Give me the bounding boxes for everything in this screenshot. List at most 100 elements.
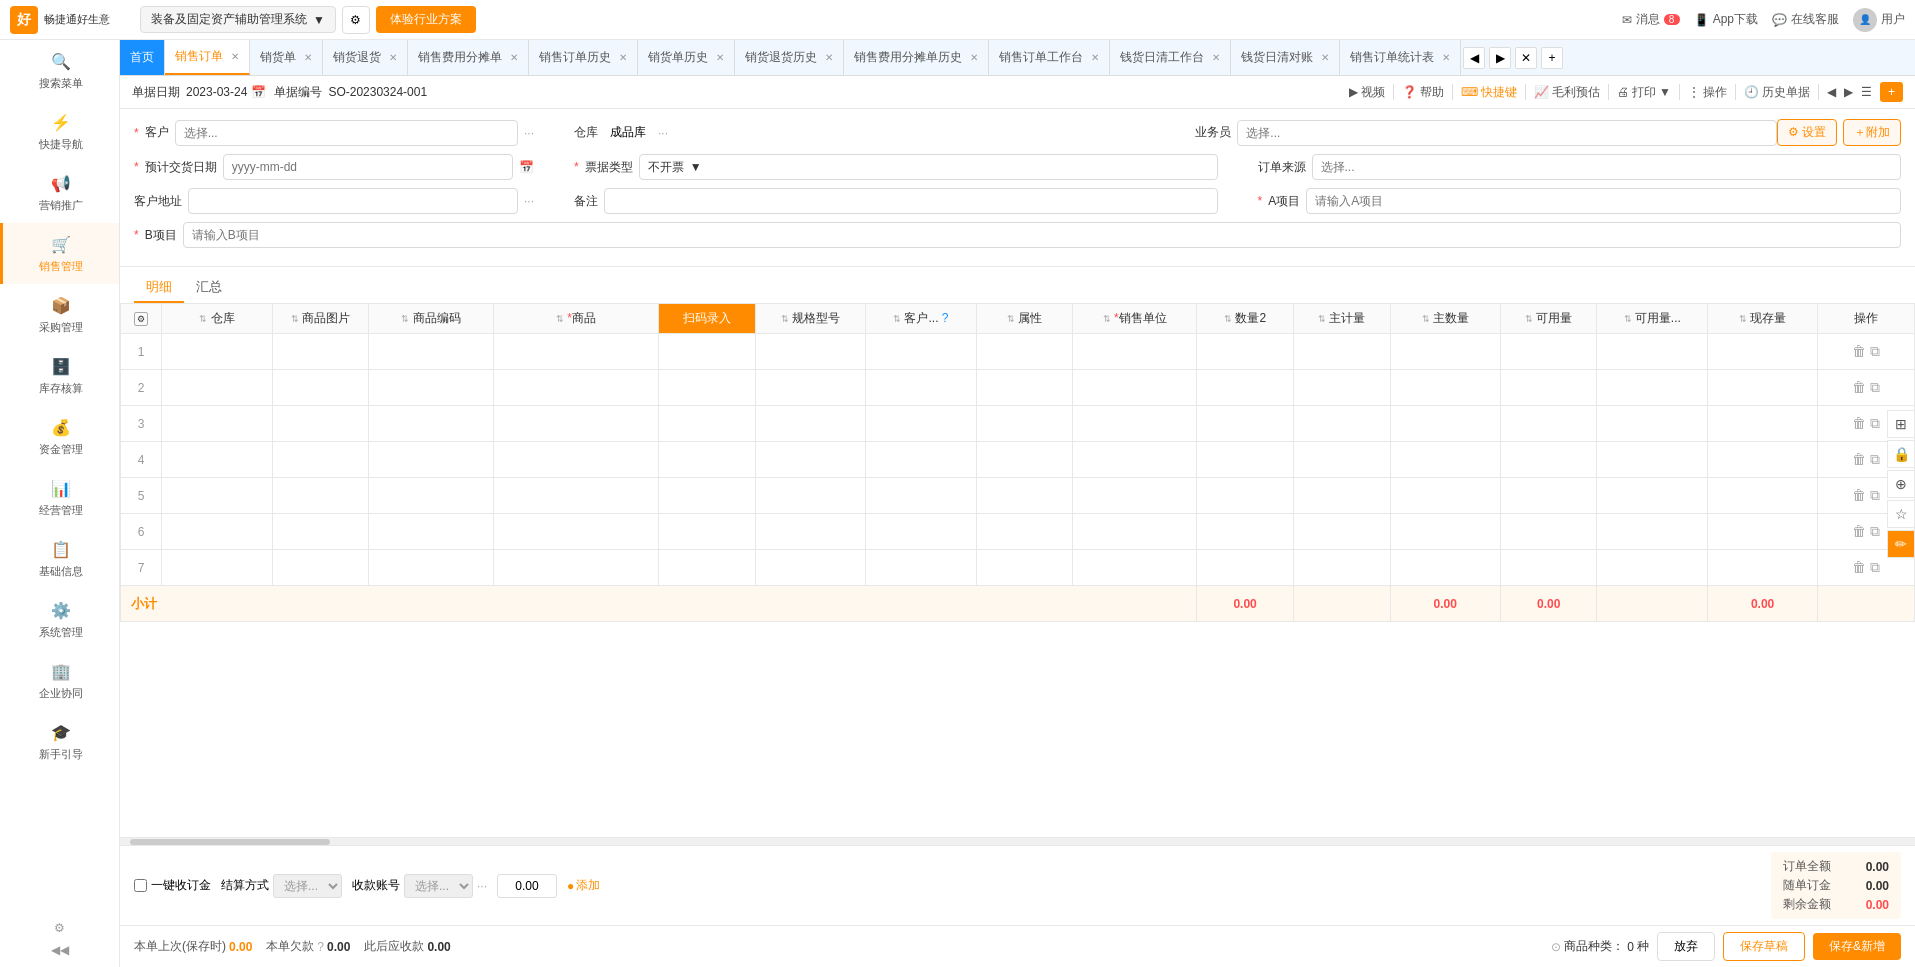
- copy-icon[interactable]: ⧉: [1870, 523, 1880, 540]
- delete-icon[interactable]: 🗑: [1852, 523, 1866, 540]
- row-7-product-code[interactable]: [369, 550, 493, 586]
- b-project-input[interactable]: [183, 222, 1901, 248]
- warehouse-dots-button[interactable]: ···: [658, 126, 668, 140]
- sort-icon[interactable]: ⇅: [401, 314, 409, 324]
- tab-detail[interactable]: 明细: [134, 273, 184, 303]
- sort-icon[interactable]: ⇅: [1318, 314, 1326, 324]
- row-5-stock[interactable]: [1707, 478, 1817, 514]
- sort-icon[interactable]: ⇅: [199, 314, 207, 324]
- address-input[interactable]: [188, 188, 518, 214]
- row-6-available[interactable]: [1500, 514, 1597, 550]
- tab-sales-order-workbench[interactable]: 销售订单工作台 ✕: [989, 40, 1110, 75]
- scrollbar-thumb[interactable]: [130, 839, 330, 845]
- help-circle-icon[interactable]: ?: [942, 311, 949, 325]
- message-button[interactable]: ✉ 消息 8: [1622, 11, 1680, 28]
- sidebar-item-basic-info[interactable]: 📋 基础信息: [0, 528, 119, 589]
- sidebar-collapse-icon[interactable]: ◀◀: [51, 943, 69, 957]
- sort-icon[interactable]: ⇅: [1224, 314, 1232, 324]
- sidebar-item-inventory[interactable]: 🗄️ 库存核算: [0, 345, 119, 406]
- save-draft-button[interactable]: 保存草稿: [1723, 932, 1805, 961]
- row-4-cust-field[interactable]: [866, 442, 976, 478]
- remark-input[interactable]: [604, 188, 1218, 214]
- sidebar-item-sys-mgmt[interactable]: ⚙️ 系统管理: [0, 589, 119, 650]
- row-2-main-qty[interactable]: [1390, 370, 1500, 406]
- row-6-attr[interactable]: [976, 514, 1073, 550]
- copy-icon[interactable]: ⧉: [1870, 487, 1880, 504]
- user-avatar-button[interactable]: 👤 用户: [1853, 8, 1905, 32]
- tab-close-icon[interactable]: ✕: [231, 51, 239, 62]
- copy-icon[interactable]: ⧉: [1870, 379, 1880, 396]
- row-1-product-img[interactable]: [272, 334, 369, 370]
- row-5-available2[interactable]: [1597, 478, 1707, 514]
- row-6-warehouse[interactable]: [162, 514, 272, 550]
- tab-close-icon[interactable]: ✕: [716, 52, 724, 63]
- sort-icon[interactable]: ⇅: [1624, 314, 1632, 324]
- tab-home[interactable]: 首页: [120, 40, 165, 75]
- copy-icon[interactable]: ⧉: [1870, 415, 1880, 432]
- row-3-warehouse[interactable]: [162, 406, 272, 442]
- sidebar-item-guide[interactable]: 🎓 新手引导: [0, 711, 119, 772]
- row-5-main-unit[interactable]: [1293, 478, 1390, 514]
- row-2-available[interactable]: [1500, 370, 1597, 406]
- row-3-available2[interactable]: [1597, 406, 1707, 442]
- row-3-scan[interactable]: [659, 406, 756, 442]
- row-4-available2[interactable]: [1597, 442, 1707, 478]
- row-1-main-unit[interactable]: [1293, 334, 1390, 370]
- sidebar-settings-icon[interactable]: ⚙: [54, 921, 65, 935]
- delete-icon[interactable]: 🗑: [1852, 343, 1866, 360]
- row-7-scan[interactable]: [659, 550, 756, 586]
- row-3-qty2[interactable]: [1197, 406, 1294, 442]
- delete-icon[interactable]: 🗑: [1852, 379, 1866, 396]
- row-5-product-img[interactable]: [272, 478, 369, 514]
- one-click-payment-checkbox[interactable]: [134, 879, 147, 892]
- tab-sales-return-goods[interactable]: 销货退货 ✕: [323, 40, 408, 75]
- save-new-button[interactable]: 保存&新增: [1813, 933, 1901, 960]
- float-btn-4[interactable]: ☆: [1887, 500, 1915, 528]
- row-1-main-qty[interactable]: [1390, 334, 1500, 370]
- row-5-qty2[interactable]: [1197, 478, 1294, 514]
- tab-close-icon[interactable]: ✕: [1091, 52, 1099, 63]
- row-4-main-qty[interactable]: [1390, 442, 1500, 478]
- row-5-product-code[interactable]: [369, 478, 493, 514]
- calendar-icon[interactable]: 📅: [251, 85, 266, 99]
- online-service-button[interactable]: 💬 在线客服: [1772, 11, 1839, 28]
- help-icon-status[interactable]: ?: [317, 940, 324, 954]
- tab-prev-button[interactable]: ◀: [1463, 47, 1485, 69]
- row-4-product-img[interactable]: [272, 442, 369, 478]
- row-5-cust-field[interactable]: [866, 478, 976, 514]
- print-button[interactable]: 🖨 打印 ▼: [1617, 84, 1671, 101]
- tab-close-icon[interactable]: ✕: [619, 52, 627, 63]
- sidebar-item-capital-mgmt[interactable]: 💰 资金管理: [0, 406, 119, 467]
- sidebar-item-enterprise[interactable]: 🏢 企业协同: [0, 650, 119, 711]
- row-1-cust-field[interactable]: [866, 334, 976, 370]
- row-3-main-qty[interactable]: [1390, 406, 1500, 442]
- order-source-input[interactable]: [1312, 154, 1902, 180]
- sort-icon[interactable]: ⇅: [1103, 314, 1111, 324]
- tab-close-icon[interactable]: ✕: [1212, 52, 1220, 63]
- row-7-cust-field[interactable]: [866, 550, 976, 586]
- new-record-button[interactable]: +: [1880, 82, 1903, 102]
- row-3-stock[interactable]: [1707, 406, 1817, 442]
- row-4-warehouse[interactable]: [162, 442, 272, 478]
- row-2-scan[interactable]: [659, 370, 756, 406]
- delete-icon[interactable]: 🗑: [1852, 487, 1866, 504]
- tab-sales-fee-split[interactable]: 销售费用分摊单 ✕: [408, 40, 529, 75]
- row-6-product[interactable]: [493, 514, 659, 550]
- row-6-stock[interactable]: [1707, 514, 1817, 550]
- row-6-qty2[interactable]: [1197, 514, 1294, 550]
- row-2-product[interactable]: [493, 370, 659, 406]
- sort-icon[interactable]: ⇅: [1525, 314, 1533, 324]
- settings-gear-button[interactable]: ⚙: [342, 6, 370, 34]
- tab-sales-order[interactable]: 销售订单 ✕: [165, 40, 250, 75]
- tab-sales-return-goods-history[interactable]: 销货退货历史 ✕: [735, 40, 844, 75]
- row-3-product-code[interactable]: [369, 406, 493, 442]
- row-1-product[interactable]: [493, 334, 659, 370]
- sort-icon[interactable]: ⇅: [893, 314, 901, 324]
- account-dots-button[interactable]: ···: [477, 879, 487, 893]
- sidebar-item-search-menu[interactable]: 🔍 搜索菜单: [0, 40, 119, 101]
- tab-add-button[interactable]: +: [1541, 47, 1563, 69]
- sort-icon[interactable]: ⇅: [556, 314, 564, 324]
- customer-dots-button[interactable]: ···: [524, 126, 534, 140]
- float-btn-1[interactable]: ⊞: [1887, 410, 1915, 438]
- tab-sales-return[interactable]: 销货单 ✕: [250, 40, 323, 75]
